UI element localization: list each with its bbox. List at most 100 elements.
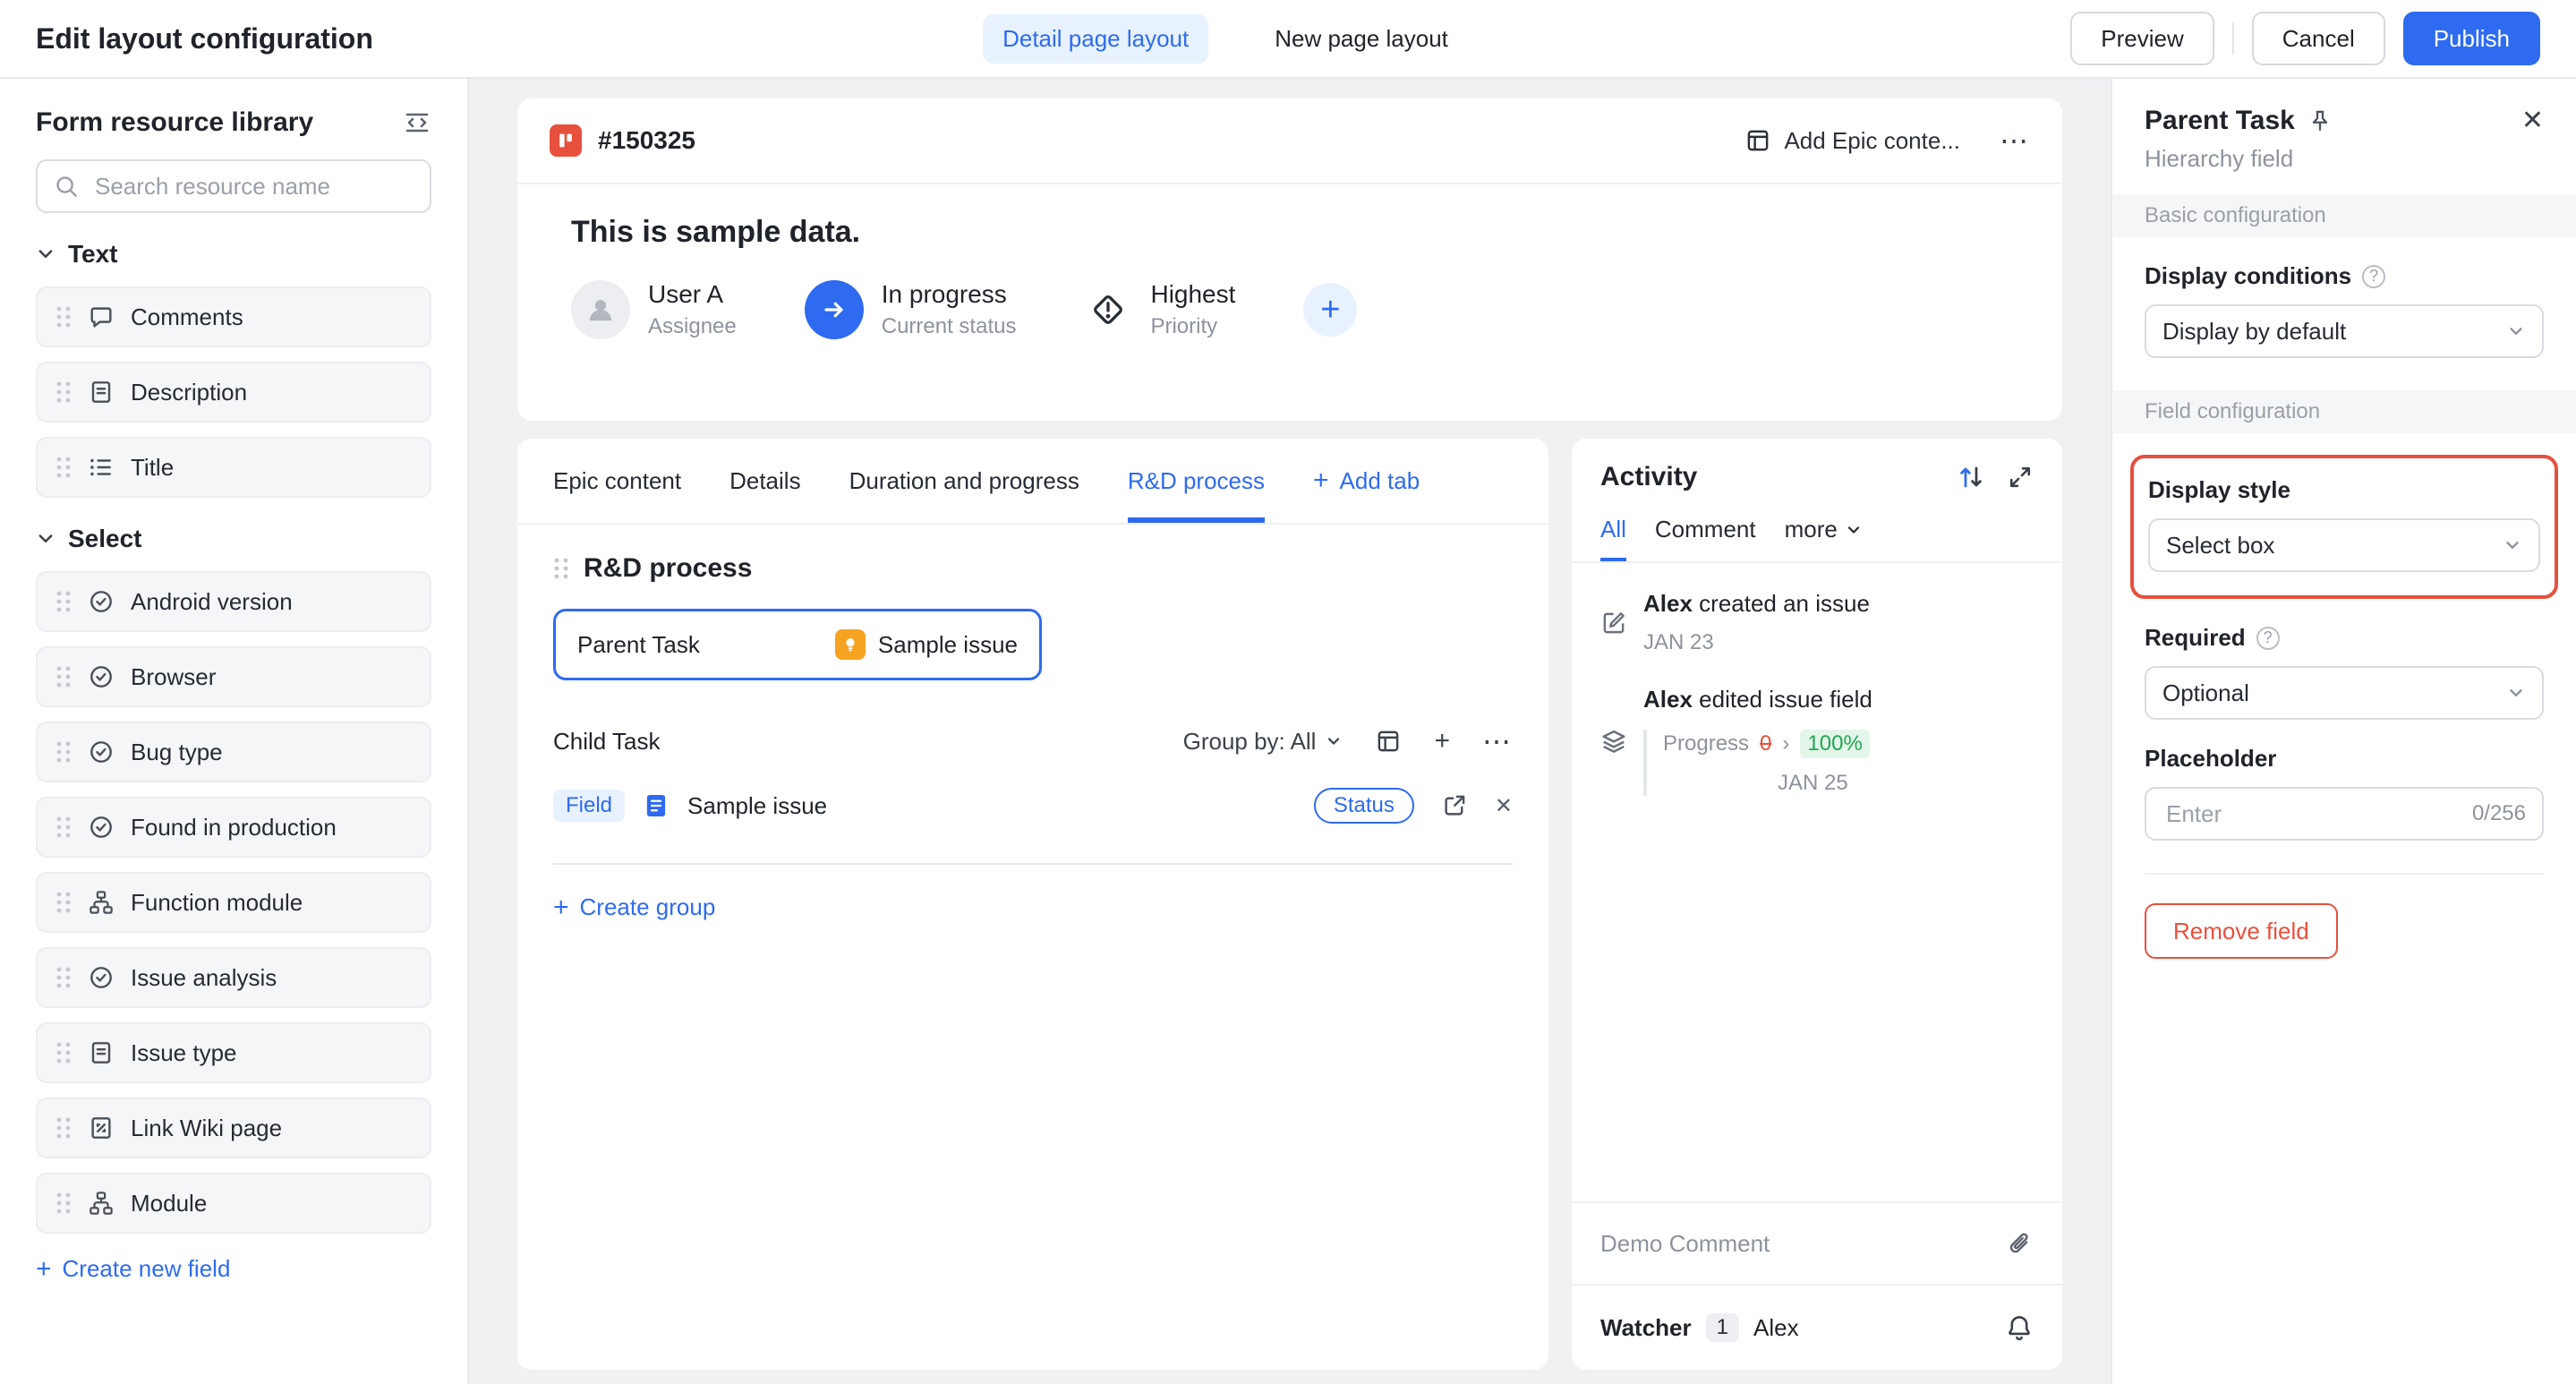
add-field-button[interactable]: +	[1303, 283, 1358, 337]
add-epic-content-button[interactable]: Add Epic conte...	[1744, 127, 1960, 155]
field-item-issue-analysis[interactable]: Issue analysis	[36, 947, 431, 1008]
sort-order-icon[interactable]	[1957, 463, 1985, 491]
form-resource-library: Form resource library Text	[0, 79, 469, 1384]
board-view-icon[interactable]	[1375, 728, 1402, 755]
group-by-dropdown[interactable]: Group by: All	[1183, 728, 1343, 756]
section-select[interactable]: Select	[36, 525, 431, 553]
status-pill[interactable]: Status	[1313, 788, 1414, 824]
expand-icon[interactable]	[2007, 464, 2034, 491]
search-input[interactable]	[91, 170, 414, 202]
chevron-down-icon	[1325, 732, 1343, 750]
more-actions-icon[interactable]: ⋯	[1482, 727, 1513, 756]
publish-button[interactable]: Publish	[2402, 12, 2540, 65]
parent-task-label: Parent Task	[577, 630, 700, 658]
field-item-browser[interactable]: Browser	[36, 646, 431, 707]
field-item-link-wiki-page[interactable]: Link Wiki page	[36, 1098, 431, 1158]
topbar: Edit layout configuration Detail page la…	[0, 0, 2576, 79]
create-new-field-button[interactable]: + Create new field	[36, 1255, 431, 1283]
parent-task-field[interactable]: Parent Task Sample issue	[553, 609, 1042, 680]
tab-duration-progress[interactable]: Duration and progress	[849, 439, 1079, 523]
config-subtitle: Hierarchy field	[2145, 145, 2294, 172]
required-value: Optional	[2162, 679, 2249, 706]
preview-button[interactable]: Preview	[2070, 12, 2214, 65]
layers-icon	[1600, 686, 1627, 796]
paperclip-icon[interactable]	[2007, 1230, 2034, 1257]
resource-search[interactable]	[36, 159, 431, 213]
child-task-row[interactable]: Field Sample issue Status ✕	[553, 788, 1513, 824]
tab-new-page-layout[interactable]: New page layout	[1255, 14, 1468, 64]
tab-epic-content[interactable]: Epic content	[553, 439, 681, 523]
tab-all[interactable]: All	[1600, 505, 1626, 561]
tab-more[interactable]: more	[1785, 505, 1863, 561]
comment-input[interactable]: Demo Comment	[1572, 1201, 2062, 1284]
actor-name: Alex	[1643, 686, 1693, 713]
drag-handle-icon[interactable]	[55, 1041, 72, 1064]
detail-tab-bar: Epic content Details Duration and progre…	[517, 439, 1548, 525]
help-icon[interactable]: ?	[2362, 264, 2386, 288]
drag-handle-icon[interactable]	[55, 305, 72, 329]
drag-handle-icon[interactable]	[55, 1116, 72, 1140]
drag-handle-icon[interactable]	[553, 557, 569, 580]
tab-details[interactable]: Details	[729, 439, 800, 523]
field-item-description[interactable]: Description	[36, 362, 431, 423]
pin-icon[interactable]	[2307, 108, 2333, 133]
search-icon	[54, 174, 79, 199]
collapse-panel-icon[interactable]	[403, 108, 431, 137]
bell-icon[interactable]	[2005, 1313, 2034, 1342]
issue-fields-row: User A Assignee In progress Current stat…	[571, 280, 2030, 339]
document-icon	[88, 379, 115, 406]
field-item-module[interactable]: Module	[36, 1173, 431, 1234]
new-value: 100%	[1800, 730, 1870, 759]
drag-handle-icon[interactable]	[55, 665, 72, 688]
char-counter: 0/256	[2471, 801, 2526, 825]
drag-handle-icon[interactable]	[55, 380, 72, 404]
create-group-button[interactable]: + Create group	[553, 893, 1513, 921]
placeholder-input[interactable]	[2162, 798, 2461, 830]
remove-row-icon[interactable]: ✕	[1495, 793, 1513, 819]
field-item-android-version[interactable]: Android version	[36, 571, 431, 632]
field-item-label: Comments	[131, 303, 243, 330]
divider	[2145, 873, 2544, 875]
required-select[interactable]: Optional	[2145, 666, 2544, 720]
priority-value: Highest	[1150, 280, 1236, 308]
drag-handle-icon[interactable]	[55, 456, 72, 479]
activity-event: Alex created an issue JAN 23	[1600, 588, 2034, 655]
close-icon[interactable]: ✕	[2521, 107, 2544, 134]
help-icon[interactable]: ?	[2256, 626, 2280, 650]
drag-handle-icon[interactable]	[55, 1192, 72, 1215]
drag-handle-icon[interactable]	[55, 816, 72, 839]
field-item-label: Function module	[131, 888, 303, 916]
tab-rd-process[interactable]: R&D process	[1127, 439, 1265, 523]
field-item-bug-type[interactable]: Bug type	[36, 722, 431, 782]
cancel-button[interactable]: Cancel	[2251, 12, 2385, 65]
drag-handle-icon[interactable]	[55, 891, 72, 914]
remove-field-button[interactable]: Remove field	[2145, 903, 2338, 959]
display-style-select[interactable]: Select box	[2148, 518, 2540, 572]
status-field[interactable]: In progress Current status	[804, 280, 1016, 339]
open-external-icon[interactable]	[1441, 792, 1468, 819]
display-conditions-label: Display conditions	[2145, 262, 2352, 289]
drag-handle-icon[interactable]	[55, 590, 72, 613]
assignee-field[interactable]: User A Assignee	[571, 280, 737, 339]
issue-id: #150325	[598, 126, 696, 154]
field-change-detail: Progress 0 › 100% JAN 25	[1643, 730, 1872, 797]
field-tag: Field	[553, 790, 626, 822]
list-icon	[88, 454, 115, 481]
display-conditions-select[interactable]: Display by default	[2145, 304, 2544, 358]
tab-detail-page-layout[interactable]: Detail page layout	[983, 13, 1209, 64]
field-item-title[interactable]: Title	[36, 437, 431, 498]
field-item-function-module[interactable]: Function module	[36, 872, 431, 933]
more-actions-icon[interactable]: ⋯	[2000, 126, 2030, 155]
comment-placeholder: Demo Comment	[1600, 1229, 1770, 1257]
field-item-comments[interactable]: Comments	[36, 286, 431, 347]
section-text[interactable]: Text	[36, 240, 431, 269]
priority-field[interactable]: Highest Priority	[1084, 280, 1235, 339]
drag-handle-icon[interactable]	[55, 966, 72, 989]
add-tab-button[interactable]: + Add tab	[1313, 439, 1420, 523]
drag-handle-icon[interactable]	[55, 740, 72, 764]
field-item-found-in-production[interactable]: Found in production	[36, 797, 431, 858]
add-child-task-icon[interactable]: +	[1434, 728, 1450, 755]
field-item-issue-type[interactable]: Issue type	[36, 1022, 431, 1083]
tab-comment[interactable]: Comment	[1655, 505, 1756, 561]
issue-header-card: #150325 Add Epic conte... ⋯ This is samp…	[517, 98, 2062, 421]
